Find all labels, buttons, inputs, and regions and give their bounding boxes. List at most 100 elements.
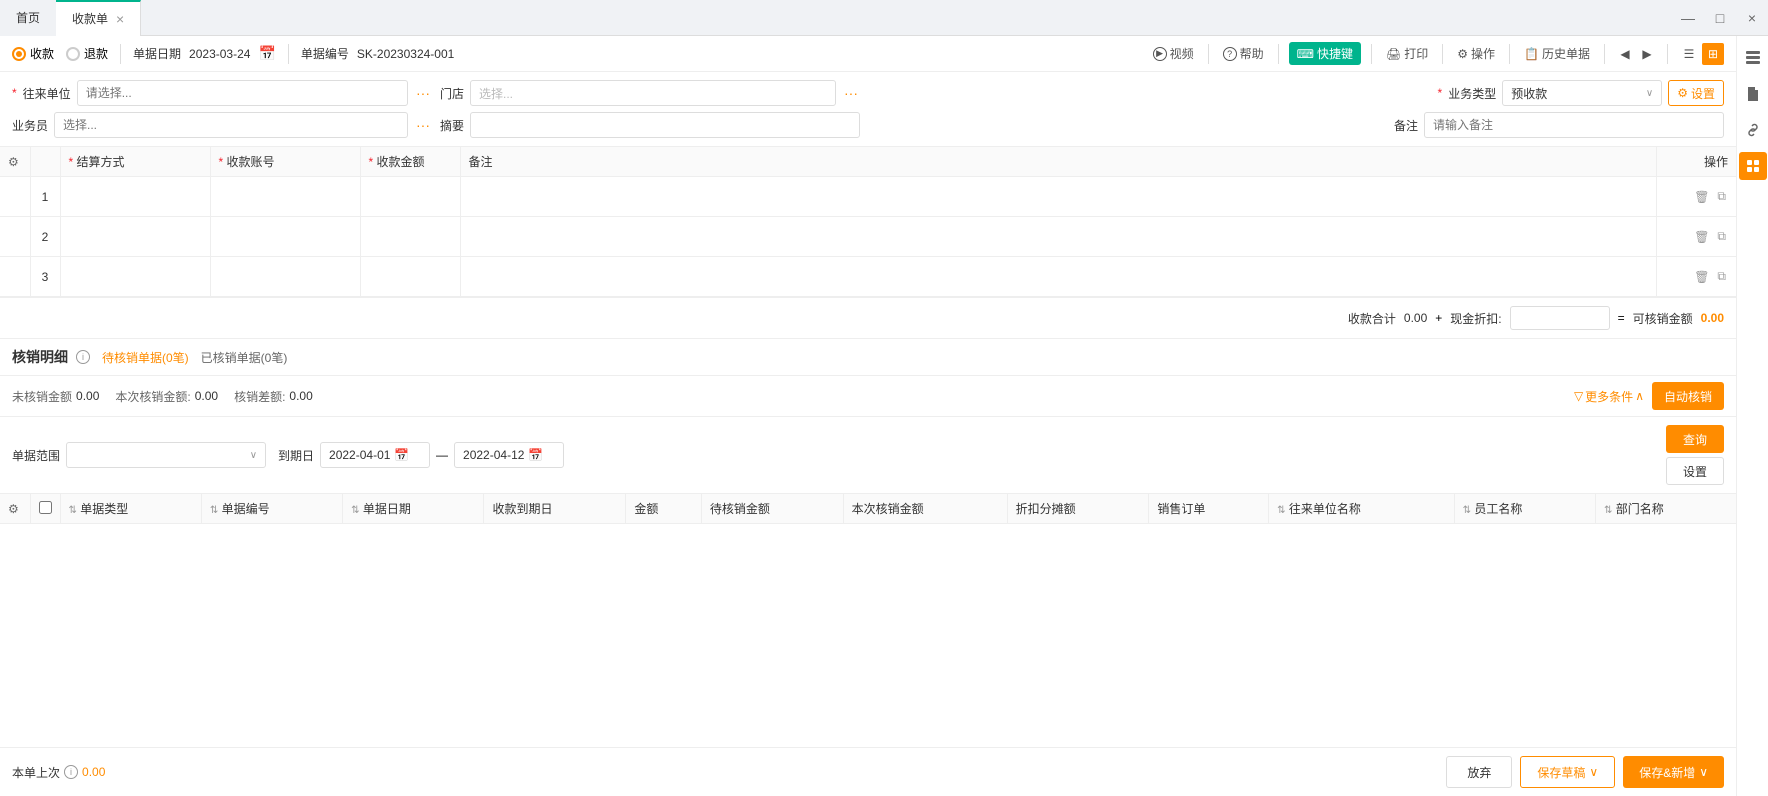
td-settings-2: [0, 217, 30, 257]
bth-doc-date-label: 单据日期: [363, 502, 411, 516]
query-btn[interactable]: 查询: [1666, 425, 1724, 453]
next-btn[interactable]: ▶: [1637, 44, 1657, 64]
view-grid-btn[interactable]: ⊞: [1702, 43, 1724, 65]
sidebar-icon-table[interactable]: [1739, 44, 1767, 72]
td-action-1: 🗑 ⧉: [1656, 177, 1736, 217]
tab-active[interactable]: 收款单 ×: [56, 0, 141, 36]
td-settle-3[interactable]: [60, 257, 210, 297]
diff-label: 核销差额:: [234, 388, 285, 405]
td-settle-1[interactable]: [60, 177, 210, 217]
save-draft-btn[interactable]: 保存草稿 ∨: [1520, 756, 1615, 788]
more-conditions-btn[interactable]: ▽ 更多条件 ∧: [1574, 388, 1644, 405]
sidebar-icon-link[interactable]: [1739, 116, 1767, 144]
summary-input[interactable]: [470, 112, 860, 138]
delete-icon-3[interactable]: 🗑: [1692, 268, 1711, 286]
th-rownum: [30, 147, 60, 177]
tab-home[interactable]: 首页: [0, 0, 56, 36]
view-list-btn[interactable]: ☰: [1678, 43, 1700, 65]
td-settle-2[interactable]: [60, 217, 210, 257]
history-btn[interactable]: 📋 历史单据: [1520, 43, 1594, 64]
th-settle: * 结算方式: [60, 147, 210, 177]
shortcut-btn[interactable]: ⌨ 快捷键: [1289, 42, 1361, 65]
toolbar: 收款 退款 单据日期 2023-03-24 📅 单据编号 SK-20230324…: [0, 36, 1736, 72]
equals-sign: =: [1618, 311, 1625, 325]
td-action-3: 🗑 ⧉: [1656, 257, 1736, 297]
table-settings-icon[interactable]: ⚙: [8, 155, 19, 169]
shop-select[interactable]: 选择...: [470, 80, 836, 106]
staff-more-btn[interactable]: ···: [414, 117, 432, 133]
help-btn[interactable]: ? 帮助: [1219, 43, 1268, 64]
bth-doc-num-label: 单据编号: [222, 502, 270, 516]
writeoff-info-icon[interactable]: i: [76, 350, 90, 364]
date-from-input[interactable]: 2022-04-01 📅: [320, 442, 430, 468]
radio-receipt[interactable]: 收款: [12, 45, 54, 62]
pending-tab[interactable]: 待核销单据(0笔): [98, 349, 193, 366]
staff-input[interactable]: [54, 112, 408, 138]
settings-button[interactable]: ⚙ 设置: [1668, 80, 1724, 106]
filter-settings-btn[interactable]: 设置: [1666, 457, 1724, 485]
biz-type-select[interactable]: 预收款 ∨: [1502, 80, 1662, 106]
doc-range-select[interactable]: ∨: [66, 442, 266, 468]
minimize-button[interactable]: —: [1672, 0, 1704, 36]
td-account-1[interactable]: [210, 177, 360, 217]
date-value[interactable]: 2023-03-24: [189, 47, 250, 61]
operate-label: 操作: [1471, 45, 1495, 62]
td-amount-1[interactable]: [360, 177, 460, 217]
save-new-btn[interactable]: 保存&新增 ∨: [1623, 756, 1724, 788]
copy-icon-3[interactable]: ⧉: [1715, 267, 1728, 286]
abandon-btn[interactable]: 放弃: [1446, 756, 1512, 788]
video-btn[interactable]: ▶ 视频: [1149, 43, 1198, 64]
discount-input[interactable]: [1510, 306, 1610, 330]
prev-btn[interactable]: ◀: [1615, 44, 1635, 64]
td-num-2: 2: [30, 217, 60, 257]
plus-sign: +: [1435, 311, 1442, 325]
save-new-chevron: ∨: [1699, 765, 1708, 779]
radio-refund[interactable]: 退款: [66, 45, 108, 62]
maximize-button[interactable]: □: [1704, 0, 1736, 36]
sidebar-icon-doc[interactable]: [1739, 80, 1767, 108]
td-account-2[interactable]: [210, 217, 360, 257]
bth-this-writeoff: 本次核销金额: [843, 494, 1007, 524]
copy-icon-1[interactable]: ⧉: [1715, 187, 1728, 206]
form-row-2: 业务员 ··· 摘要 备注: [12, 112, 1724, 138]
save-draft-label: 保存草稿: [1537, 764, 1585, 781]
filter-row: 单据范围 ∨ 到期日 2022-04-01 📅 —: [0, 417, 1736, 494]
operate-btn[interactable]: ⚙ 操作: [1453, 43, 1499, 64]
divider-5: [1371, 44, 1372, 64]
calendar-icon[interactable]: 📅: [258, 45, 275, 62]
summary-label: 摘要: [440, 117, 464, 134]
print-btn[interactable]: 🖨 打印: [1382, 43, 1432, 64]
select-all-checkbox[interactable]: [39, 501, 52, 514]
td-amount-3[interactable]: [360, 257, 460, 297]
td-remark-2[interactable]: [460, 217, 1656, 257]
done-tab[interactable]: 已核销单据(0笔): [201, 349, 288, 366]
right-sidebar: [1736, 36, 1768, 796]
bth-amount-label: 金额: [634, 502, 658, 516]
td-remark-1[interactable]: [460, 177, 1656, 217]
divider-9: [1667, 44, 1668, 64]
remark-input[interactable]: [1424, 112, 1724, 138]
nav-arrows: ◀ ▶: [1615, 44, 1657, 64]
delete-icon-2[interactable]: 🗑: [1692, 228, 1711, 246]
copy-icon-2[interactable]: ⧉: [1715, 227, 1728, 246]
td-account-3[interactable]: [210, 257, 360, 297]
biz-type-value: 预收款: [1511, 85, 1547, 102]
date-to-input[interactable]: 2022-04-12 📅: [454, 442, 564, 468]
chevron-up-icon: ∧: [1635, 389, 1644, 403]
td-amount-2[interactable]: [360, 217, 460, 257]
partner-group: * 往来单位 ···: [12, 80, 432, 106]
partner-more-btn[interactable]: ···: [414, 85, 432, 101]
table-row: 1 🗑 ⧉: [0, 177, 1736, 217]
partner-input[interactable]: [77, 80, 408, 106]
form-section: * 往来单位 ··· 门店 选择... ··· * 业务类型 预收款: [0, 72, 1736, 147]
delete-icon-1[interactable]: 🗑: [1692, 188, 1711, 206]
tab-close-icon[interactable]: ×: [116, 11, 124, 27]
auto-writeoff-btn[interactable]: 自动核销: [1652, 382, 1724, 410]
bottom-table-settings-icon[interactable]: ⚙: [8, 502, 19, 516]
td-remark-3[interactable]: [460, 257, 1656, 297]
sidebar-icon-active[interactable]: [1739, 152, 1767, 180]
this-order-info-icon[interactable]: i: [64, 765, 78, 779]
close-button[interactable]: ×: [1736, 0, 1768, 36]
shop-more-btn[interactable]: ···: [842, 85, 860, 101]
verifiable-label: 可核销金额: [1633, 310, 1693, 327]
